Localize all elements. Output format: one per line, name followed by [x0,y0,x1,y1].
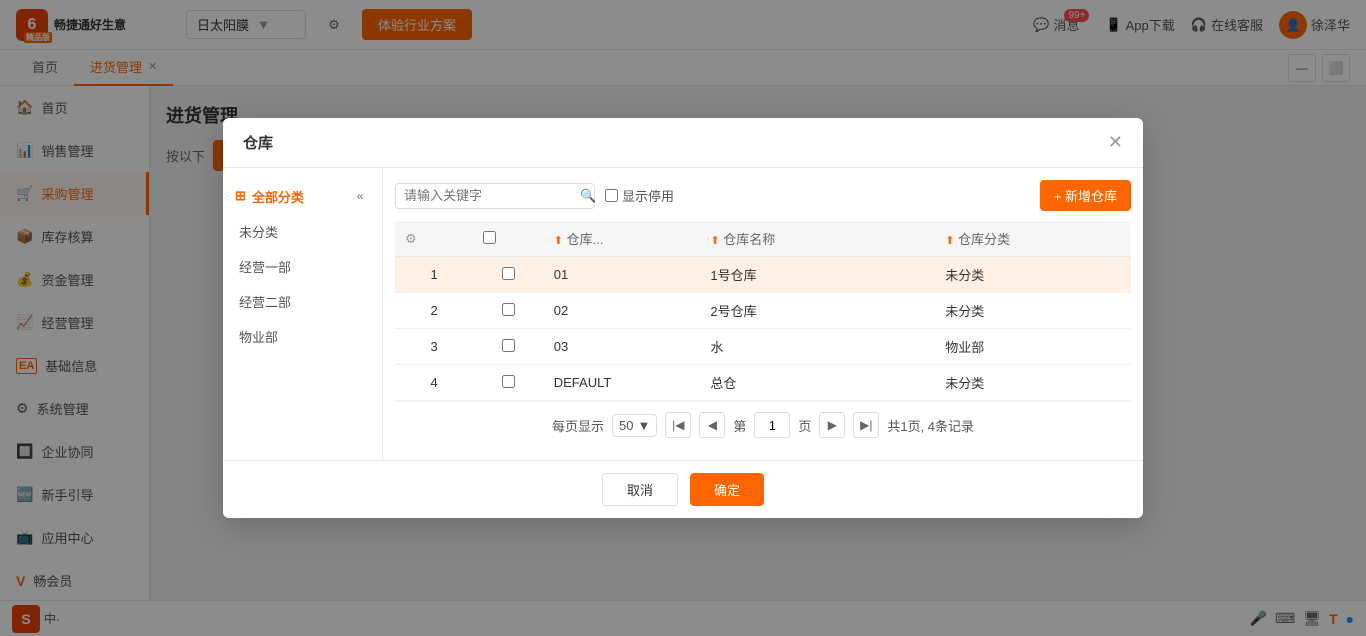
row-category-2: 未分类 [935,293,1131,329]
cancel-button[interactable]: 取消 [602,473,678,506]
chevron-down-icon: ▼ [637,418,650,433]
row-num-3: 3 [395,329,473,365]
warehouse-modal: 仓库 ✕ ⊞ 全部分类 « 未分类 经营一部 经营二部 物业部 [223,118,1143,518]
search-wrap[interactable]: 🔍 [395,183,595,209]
show-disabled-checkbox[interactable] [605,189,618,202]
table-row[interactable]: 4 DEFAULT 总仓 未分类 [395,365,1131,401]
category-header: ⊞ 全部分类 « [223,178,382,214]
page-input[interactable] [754,412,790,438]
row-name-4: 总仓 [700,365,935,401]
category-all-label[interactable]: 全部分类 [252,187,304,206]
row-check-2[interactable] [473,293,543,329]
first-page-button[interactable]: |◀ [665,412,691,438]
search-input[interactable] [404,188,580,203]
next-page-button[interactable]: ▶ [819,412,845,438]
last-page-button[interactable]: ▶| [853,412,879,438]
row-name-2: 2号仓库 [700,293,935,329]
modal-body: ⊞ 全部分类 « 未分类 经营一部 经营二部 物业部 🔍 [223,168,1143,460]
modal-title: 仓库 [243,132,273,153]
col-check-header [473,221,543,257]
confirm-button[interactable]: 确定 [690,473,764,506]
category-item-property[interactable]: 物业部 [223,319,382,354]
table-panel: 🔍 显示停用 + 新增仓库 ⚙ [383,168,1143,460]
row-code-2: 02 [544,293,701,329]
row-category-3: 物业部 [935,329,1131,365]
page-size-select[interactable]: 50 ▼ [612,414,657,437]
row-check-3[interactable] [473,329,543,365]
row-name-1: 1号仓库 [700,257,935,293]
col-gear-icon[interactable]: ⚙ [405,231,417,246]
prev-page-button[interactable]: ◀ [699,412,725,438]
pagination-row: 每页显示 50 ▼ |◀ ◀ 第 页 ▶ ▶| 共1页, 4条记录 [395,401,1131,448]
category-panel: ⊞ 全部分类 « 未分类 经营一部 经营二部 物业部 [223,168,383,460]
table-row[interactable]: 2 02 2号仓库 未分类 [395,293,1131,329]
row-check-4[interactable] [473,365,543,401]
sort-icon-name: ⬆ [710,235,719,247]
category-item-unclassified[interactable]: 未分类 [223,214,382,249]
search-row: 🔍 显示停用 + 新增仓库 [395,180,1131,211]
select-all-checkbox[interactable] [483,231,496,244]
row-category-1: 未分类 [935,257,1131,293]
page-label: 第 [733,416,746,435]
show-disabled-wrap: 显示停用 [605,186,674,205]
row-num-4: 4 [395,365,473,401]
table-header-row: ⚙ ⬆ 仓库... ⬆ [395,221,1131,257]
col-name-header: ⬆ 仓库名称 [700,221,935,257]
show-disabled-label: 显示停用 [622,186,674,205]
row-code-4: DEFAULT [544,365,701,401]
modal-footer: 取消 确定 [223,460,1143,518]
grid-icon: ⊞ [235,188,246,204]
row-name-3: 水 [700,329,935,365]
modal-close-icon[interactable]: ✕ [1108,132,1123,153]
table-row[interactable]: 3 03 水 物业部 [395,329,1131,365]
collapse-icon[interactable]: « [350,186,370,206]
col-category-header: ⬆ 仓库分类 [935,221,1131,257]
col-settings-header: ⚙ [395,221,473,257]
modal-overlay[interactable]: 仓库 ✕ ⊞ 全部分类 « 未分类 经营一部 经营二部 物业部 [0,0,1366,636]
category-item-ops1[interactable]: 经营一部 [223,249,382,284]
table-row[interactable]: 1 01 1号仓库 未分类 [395,257,1131,293]
row-category-4: 未分类 [935,365,1131,401]
sort-icon-category: ⬆ [945,235,954,247]
per-page-label: 每页显示 [552,416,604,435]
search-icon: 🔍 [580,188,596,204]
page-suffix: 页 [798,416,811,435]
add-warehouse-button[interactable]: + 新增仓库 [1040,180,1131,211]
row-code-1: 01 [544,257,701,293]
col-code-header: ⬆ 仓库... [544,221,701,257]
row-num-2: 2 [395,293,473,329]
modal-header: 仓库 ✕ [223,118,1143,168]
warehouse-table: ⚙ ⬆ 仓库... ⬆ [395,221,1131,401]
row-check-1[interactable] [473,257,543,293]
row-code-3: 03 [544,329,701,365]
table-container: ⚙ ⬆ 仓库... ⬆ [395,221,1131,401]
row-num-1: 1 [395,257,473,293]
total-label: 共1页, 4条记录 [887,416,974,435]
sort-icon: ⬆ [554,235,563,247]
category-item-ops2[interactable]: 经营二部 [223,284,382,319]
